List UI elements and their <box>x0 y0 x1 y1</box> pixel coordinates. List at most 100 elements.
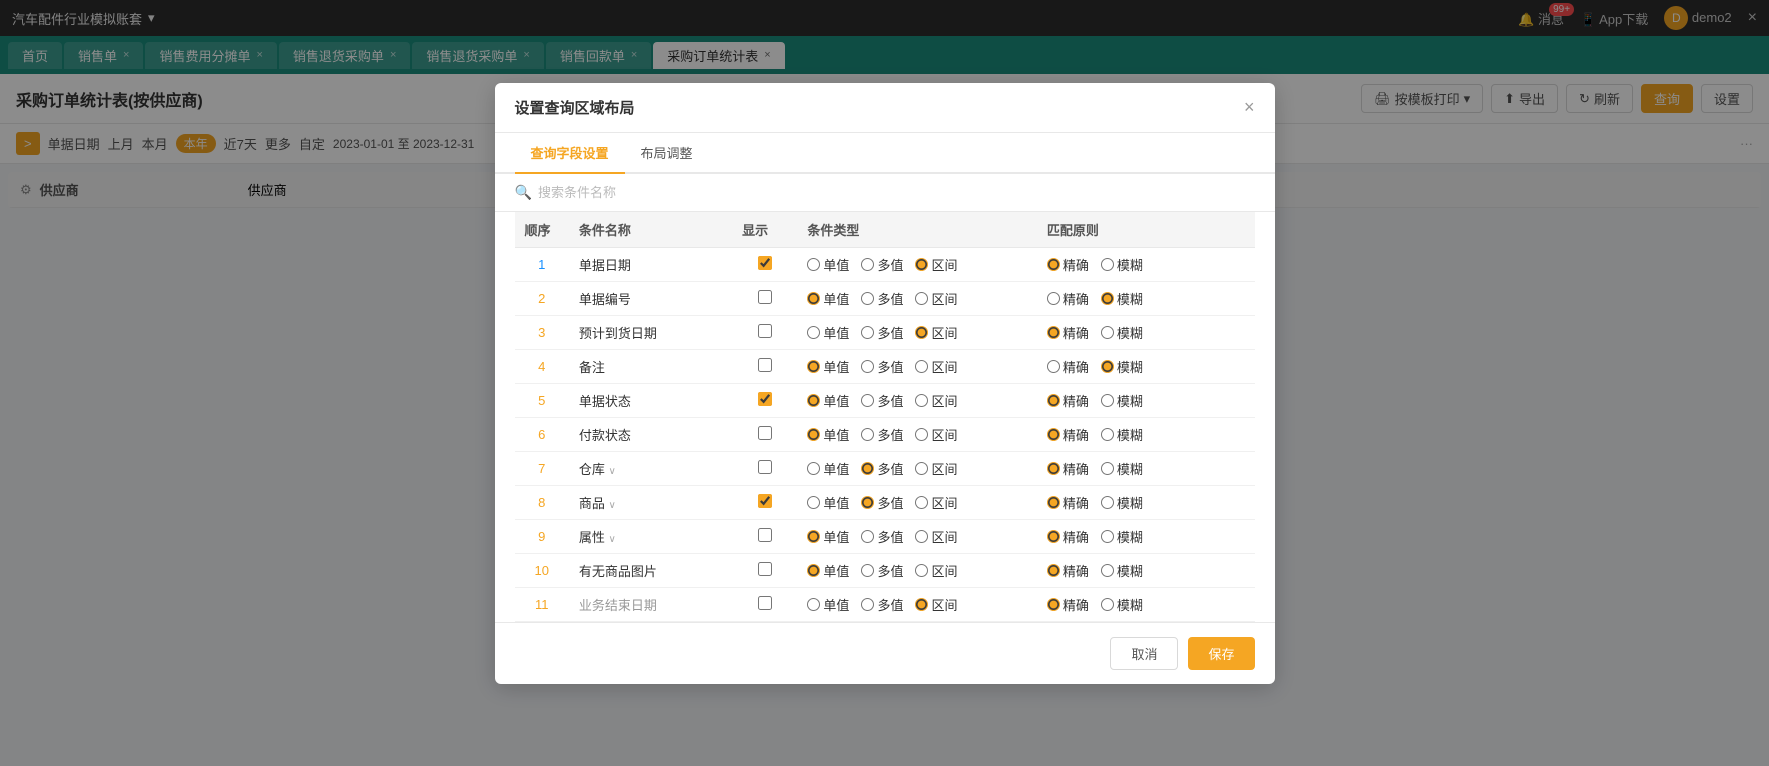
type-radio-区间[interactable]: 区间 <box>915 357 957 376</box>
display-checkbox[interactable] <box>758 562 772 576</box>
match-radio-input-模糊[interactable] <box>1101 360 1114 373</box>
type-radio-input-多值[interactable] <box>861 258 874 271</box>
match-radio-精确[interactable]: 精确 <box>1047 425 1089 444</box>
type-radio-区间[interactable]: 区间 <box>915 595 957 614</box>
display-checkbox[interactable] <box>758 460 772 474</box>
match-radio-模糊[interactable]: 模糊 <box>1101 391 1143 410</box>
type-radio-单值[interactable]: 单值 <box>807 527 849 546</box>
match-radio-模糊[interactable]: 模糊 <box>1101 255 1143 274</box>
type-radio-input-区间[interactable] <box>915 394 928 407</box>
match-radio-精确[interactable]: 精确 <box>1047 289 1089 308</box>
match-radio-模糊[interactable]: 模糊 <box>1101 323 1143 342</box>
type-radio-input-单值[interactable] <box>807 292 820 305</box>
match-radio-input-精确[interactable] <box>1047 598 1060 611</box>
type-radio-区间[interactable]: 区间 <box>915 323 957 342</box>
match-radio-模糊[interactable]: 模糊 <box>1101 527 1143 546</box>
match-radio-input-模糊[interactable] <box>1101 326 1114 339</box>
tab-layout-adjust[interactable]: 布局调整 <box>625 133 709 174</box>
type-radio-多值[interactable]: 多值 <box>861 323 903 342</box>
match-radio-精确[interactable]: 精确 <box>1047 595 1089 614</box>
match-radio-精确[interactable]: 精确 <box>1047 323 1089 342</box>
match-radio-input-精确[interactable] <box>1047 564 1060 577</box>
type-radio-input-单值[interactable] <box>807 462 820 475</box>
type-radio-区间[interactable]: 区间 <box>915 459 957 478</box>
match-radio-精确[interactable]: 精确 <box>1047 255 1089 274</box>
match-radio-input-精确[interactable] <box>1047 326 1060 339</box>
type-radio-单值[interactable]: 单值 <box>807 391 849 410</box>
type-radio-input-单值[interactable] <box>807 326 820 339</box>
match-radio-input-精确[interactable] <box>1047 394 1060 407</box>
type-radio-多值[interactable]: 多值 <box>861 357 903 376</box>
type-radio-单值[interactable]: 单值 <box>807 289 849 308</box>
match-radio-input-精确[interactable] <box>1047 428 1060 441</box>
type-radio-input-单值[interactable] <box>807 598 820 611</box>
match-radio-模糊[interactable]: 模糊 <box>1101 561 1143 580</box>
match-radio-input-精确[interactable] <box>1047 462 1060 475</box>
save-btn[interactable]: 保存 <box>1188 637 1254 670</box>
type-radio-多值[interactable]: 多值 <box>861 255 903 274</box>
type-radio-input-多值[interactable] <box>861 530 874 543</box>
type-radio-input-区间[interactable] <box>915 530 928 543</box>
type-radio-input-区间[interactable] <box>915 462 928 475</box>
type-radio-区间[interactable]: 区间 <box>915 391 957 410</box>
type-radio-多值[interactable]: 多值 <box>861 289 903 308</box>
match-radio-input-模糊[interactable] <box>1101 292 1114 305</box>
match-radio-精确[interactable]: 精确 <box>1047 357 1089 376</box>
type-radio-多值[interactable]: 多值 <box>861 391 903 410</box>
match-radio-input-模糊[interactable] <box>1101 428 1114 441</box>
type-radio-input-多值[interactable] <box>861 564 874 577</box>
type-radio-单值[interactable]: 单值 <box>807 323 849 342</box>
match-radio-input-模糊[interactable] <box>1101 496 1114 509</box>
display-checkbox[interactable] <box>758 392 772 406</box>
match-radio-input-精确[interactable] <box>1047 258 1060 271</box>
type-radio-多值[interactable]: 多值 <box>861 561 903 580</box>
match-radio-模糊[interactable]: 模糊 <box>1101 493 1143 512</box>
display-checkbox[interactable] <box>758 324 772 338</box>
type-radio-input-多值[interactable] <box>861 292 874 305</box>
type-radio-input-区间[interactable] <box>915 258 928 271</box>
type-radio-区间[interactable]: 区间 <box>915 561 957 580</box>
search-input[interactable] <box>538 185 738 200</box>
display-checkbox[interactable] <box>758 528 772 542</box>
match-radio-input-精确[interactable] <box>1047 360 1060 373</box>
match-radio-模糊[interactable]: 模糊 <box>1101 459 1143 478</box>
match-radio-精确[interactable]: 精确 <box>1047 391 1089 410</box>
type-radio-input-多值[interactable] <box>861 326 874 339</box>
type-radio-input-区间[interactable] <box>915 360 928 373</box>
type-radio-多值[interactable]: 多值 <box>861 493 903 512</box>
match-radio-input-精确[interactable] <box>1047 496 1060 509</box>
match-radio-input-模糊[interactable] <box>1101 530 1114 543</box>
match-radio-模糊[interactable]: 模糊 <box>1101 425 1143 444</box>
type-radio-区间[interactable]: 区间 <box>915 493 957 512</box>
type-radio-区间[interactable]: 区间 <box>915 527 957 546</box>
match-radio-input-精确[interactable] <box>1047 530 1060 543</box>
type-radio-input-区间[interactable] <box>915 598 928 611</box>
match-radio-精确[interactable]: 精确 <box>1047 561 1089 580</box>
type-radio-多值[interactable]: 多值 <box>861 459 903 478</box>
match-radio-精确[interactable]: 精确 <box>1047 459 1089 478</box>
type-radio-input-区间[interactable] <box>915 496 928 509</box>
match-radio-input-模糊[interactable] <box>1101 598 1114 611</box>
type-radio-input-单值[interactable] <box>807 258 820 271</box>
match-radio-input-模糊[interactable] <box>1101 462 1114 475</box>
type-radio-单值[interactable]: 单值 <box>807 595 849 614</box>
match-radio-input-模糊[interactable] <box>1101 258 1114 271</box>
display-checkbox[interactable] <box>758 256 772 270</box>
type-radio-input-多值[interactable] <box>861 394 874 407</box>
type-radio-单值[interactable]: 单值 <box>807 425 849 444</box>
type-radio-多值[interactable]: 多值 <box>861 527 903 546</box>
display-checkbox[interactable] <box>758 596 772 610</box>
type-radio-input-单值[interactable] <box>807 394 820 407</box>
type-radio-多值[interactable]: 多值 <box>861 595 903 614</box>
type-radio-单值[interactable]: 单值 <box>807 561 849 580</box>
type-radio-input-区间[interactable] <box>915 564 928 577</box>
type-radio-多值[interactable]: 多值 <box>861 425 903 444</box>
match-radio-模糊[interactable]: 模糊 <box>1101 595 1143 614</box>
match-radio-input-模糊[interactable] <box>1101 394 1114 407</box>
type-radio-input-单值[interactable] <box>807 360 820 373</box>
match-radio-input-精确[interactable] <box>1047 292 1060 305</box>
type-radio-单值[interactable]: 单值 <box>807 357 849 376</box>
display-checkbox[interactable] <box>758 290 772 304</box>
match-radio-精确[interactable]: 精确 <box>1047 493 1089 512</box>
tab-query-fields[interactable]: 查询字段设置 <box>515 133 625 174</box>
